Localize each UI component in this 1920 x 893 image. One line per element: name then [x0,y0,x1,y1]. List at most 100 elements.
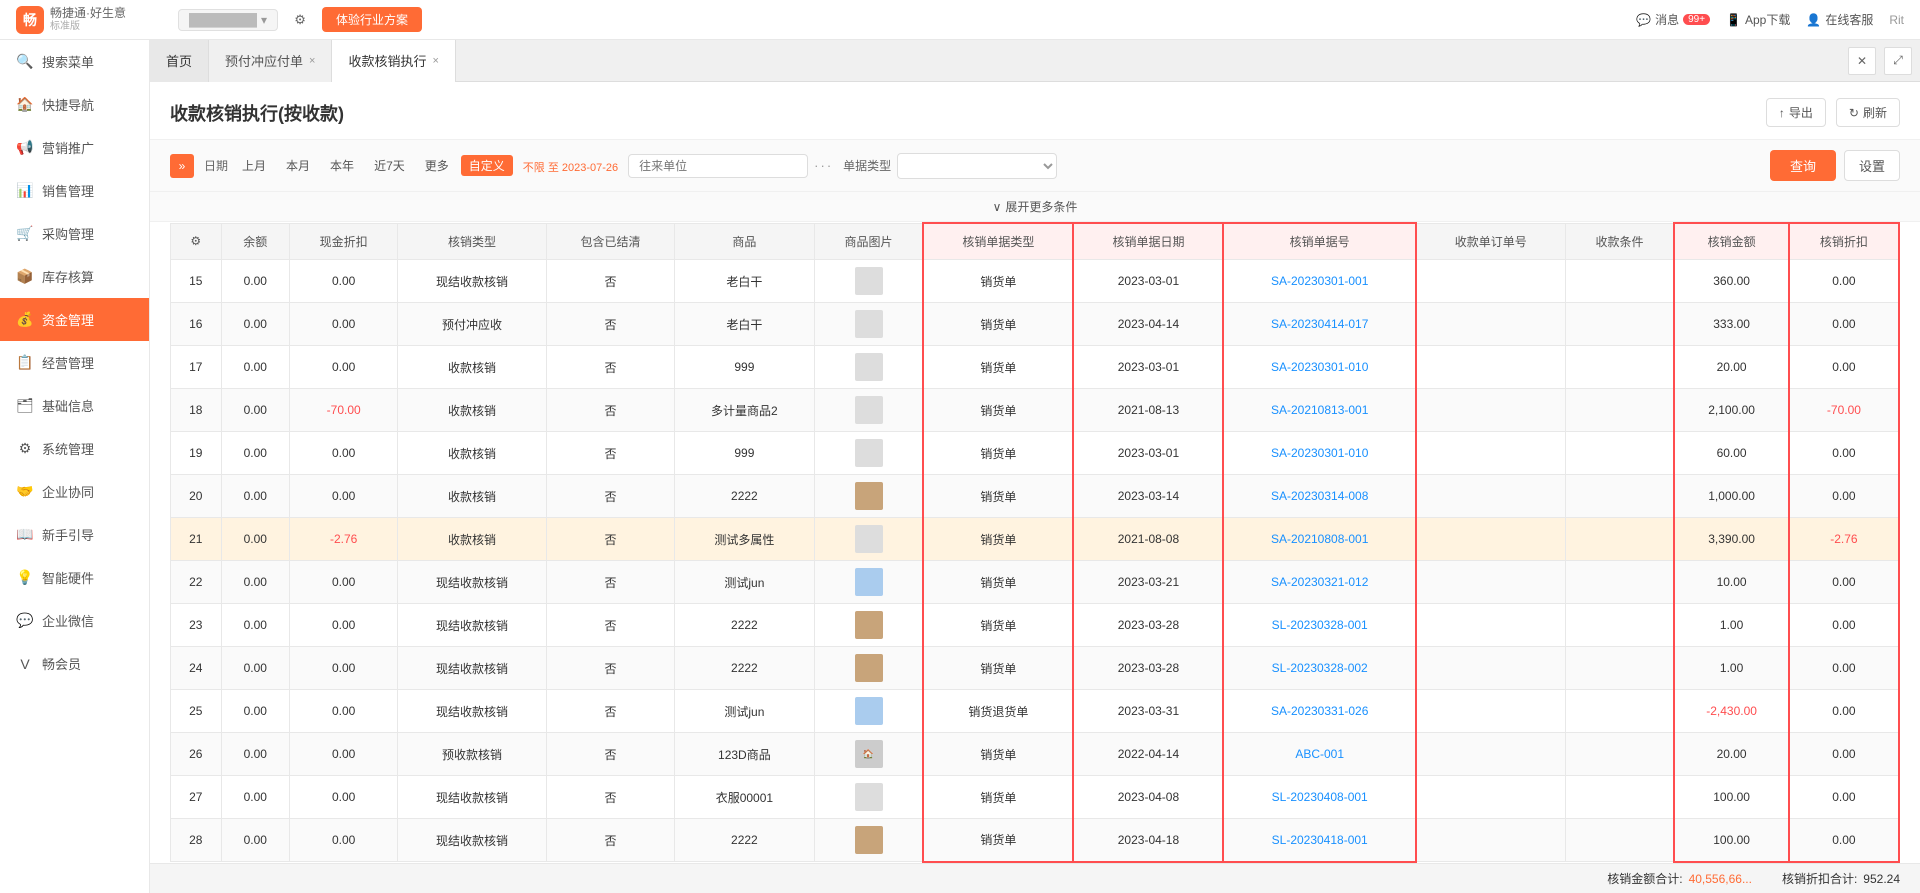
bill-no-link[interactable]: SA-20210813-001 [1271,403,1368,417]
cell-included: 否 [546,432,674,475]
notification-button[interactable]: 💬 消息 99+ [1636,11,1710,28]
bill-no-link[interactable]: SL-20230418-001 [1272,833,1368,847]
cell-goods-img [814,604,923,647]
last-7-button[interactable]: 近7天 [366,155,413,176]
export-icon: ↑ [1779,106,1785,120]
filter-settings-button[interactable]: 设置 [1844,150,1900,181]
cell-cash-discount: 0.00 [289,260,397,303]
cell-bill-date: 2023-04-08 [1073,776,1223,819]
sidebar-item-purchase[interactable]: 🛒 采购管理 [0,212,149,255]
cell-order-no [1416,690,1565,733]
cell-id: 19 [171,432,222,475]
col-goods: 商品 [675,223,815,260]
cell-order-no [1416,647,1565,690]
bill-type-select[interactable] [897,153,1057,179]
table-container[interactable]: ⚙ 余额 现金折扣 核销类型 包含已结清 商品 商品图片 核销单据类型 核销单据… [150,222,1920,863]
cell-amount: 2,100.00 [1674,389,1789,432]
settings-button[interactable]: ⚙ [286,6,314,34]
marketing-icon: 📢 [16,139,34,156]
tab-home[interactable]: 首页 [150,40,209,82]
trial-button[interactable]: 体验行业方案 [322,7,422,32]
partner-input[interactable] [628,154,808,178]
tab-prepay-close[interactable]: × [309,55,315,67]
sidebar-item-finance[interactable]: 💰 资金管理 [0,298,149,341]
cell-pay-condition [1565,260,1674,303]
cell-bill-date: 2023-03-01 [1073,260,1223,303]
tab-prepay[interactable]: 预付冲应付单 × [209,40,332,82]
cell-order-no [1416,475,1565,518]
sidebar-item-hardware[interactable]: 💡 智能硬件 [0,556,149,599]
refresh-button[interactable]: ↻ 刷新 [1836,98,1900,127]
date-range-display: 不限 至 2023-07-26 [523,157,618,175]
sidebar-item-member[interactable]: V 畅会员 [0,642,149,685]
table-row: 18 0.00 -70.00 收款核销 否 多计量商品2 销货单 2021-08… [171,389,1900,432]
app-download-button[interactable]: 📱 App下载 [1726,11,1790,28]
cell-bill-type: 销货单 [923,475,1073,518]
bill-no-link[interactable]: SL-20230408-001 [1272,790,1368,804]
cell-goods-img [814,303,923,346]
cell-bill-no: SA-20210813-001 [1223,389,1415,432]
sidebar-item-operations[interactable]: 📋 经营管理 [0,341,149,384]
total-amount-item: 核销金额合计: 40,556,66... [1607,870,1752,887]
last-month-button[interactable]: 上月 [234,155,274,176]
partner-dots[interactable]: ··· [814,158,833,173]
bill-no-link[interactable]: SA-20210808-001 [1271,532,1368,546]
cell-goods-img: 🏠 [814,733,923,776]
sidebar-item-inventory[interactable]: 📦 库存核算 [0,255,149,298]
maximize-window-button[interactable]: ⤢ [1884,47,1912,75]
goods-thumbnail: 🏠 [855,740,883,768]
cell-pay-condition [1565,690,1674,733]
filter-toggle-button[interactable]: » [170,154,194,178]
notification-badge: 99+ [1683,14,1710,25]
expand-more-button[interactable]: ∨ 展开更多条件 [993,198,1078,215]
cell-cash-discount: 0.00 [289,819,397,862]
basic-icon: 🗂 [16,397,34,414]
cell-verify-type: 收款核销 [398,389,546,432]
close-window-button[interactable]: ✕ [1848,47,1876,75]
bill-no-link[interactable]: ABC-001 [1295,747,1344,761]
this-year-button[interactable]: 本年 [322,155,362,176]
cell-goods: 2222 [675,647,815,690]
cell-included: 否 [546,776,674,819]
sidebar-item-enterprise[interactable]: 🤝 企业协同 [0,470,149,513]
bill-no-link[interactable]: SA-20230301-010 [1271,446,1368,460]
bill-no-link[interactable]: SA-20230331-026 [1271,704,1368,718]
sidebar-item-system[interactable]: ⚙ 系统管理 [0,427,149,470]
cell-included: 否 [546,819,674,862]
export-button[interactable]: ↑ 导出 [1766,98,1826,127]
online-service-button[interactable]: 👤 在线客服 [1806,11,1873,28]
bill-no-link[interactable]: SL-20230328-001 [1272,618,1368,632]
sidebar-item-guide[interactable]: 📖 新手引导 [0,513,149,556]
goods-thumbnail [855,267,883,295]
this-month-button[interactable]: 本月 [278,155,318,176]
company-selector[interactable]: ████████ ▾ [178,9,278,31]
bill-no-link[interactable]: SL-20230328-002 [1272,661,1368,675]
more-date-button[interactable]: 更多 [417,155,457,176]
custom-date-button[interactable]: 自定义 [461,155,513,176]
cell-included: 否 [546,647,674,690]
cell-discount: -2.76 [1789,518,1899,561]
sidebar-item-search[interactable]: 🔍 搜索菜单 [0,40,149,83]
bill-no-link[interactable]: SA-20230314-008 [1271,489,1368,503]
query-button[interactable]: 查询 [1770,150,1836,181]
bill-no-link[interactable]: SA-20230301-001 [1271,274,1368,288]
cell-pay-condition [1565,647,1674,690]
sidebar-item-sales[interactable]: 📊 销售管理 [0,169,149,212]
cell-discount: 0.00 [1789,647,1899,690]
tab-collect-close[interactable]: × [432,55,438,67]
bill-no-link[interactable]: SA-20230321-012 [1271,575,1368,589]
sidebar-item-wechat[interactable]: 💬 企业微信 [0,599,149,642]
col-gear[interactable]: ⚙ [171,223,222,260]
sidebar-item-quick[interactable]: 🏠 快捷导航 [0,83,149,126]
sidebar-item-marketing[interactable]: 📢 营销推广 [0,126,149,169]
cell-pay-condition [1565,475,1674,518]
bill-no-link[interactable]: SA-20230301-010 [1271,360,1368,374]
goods-thumbnail [855,439,883,467]
bill-no-link[interactable]: SA-20230414-017 [1271,317,1368,331]
cell-pay-condition [1565,776,1674,819]
tab-collect[interactable]: 收款核销执行 × [332,40,455,82]
sidebar-item-basic[interactable]: 🗂 基础信息 [0,384,149,427]
cell-order-no [1416,346,1565,389]
cell-id: 28 [171,819,222,862]
cell-verify-type: 现结收款核销 [398,561,546,604]
